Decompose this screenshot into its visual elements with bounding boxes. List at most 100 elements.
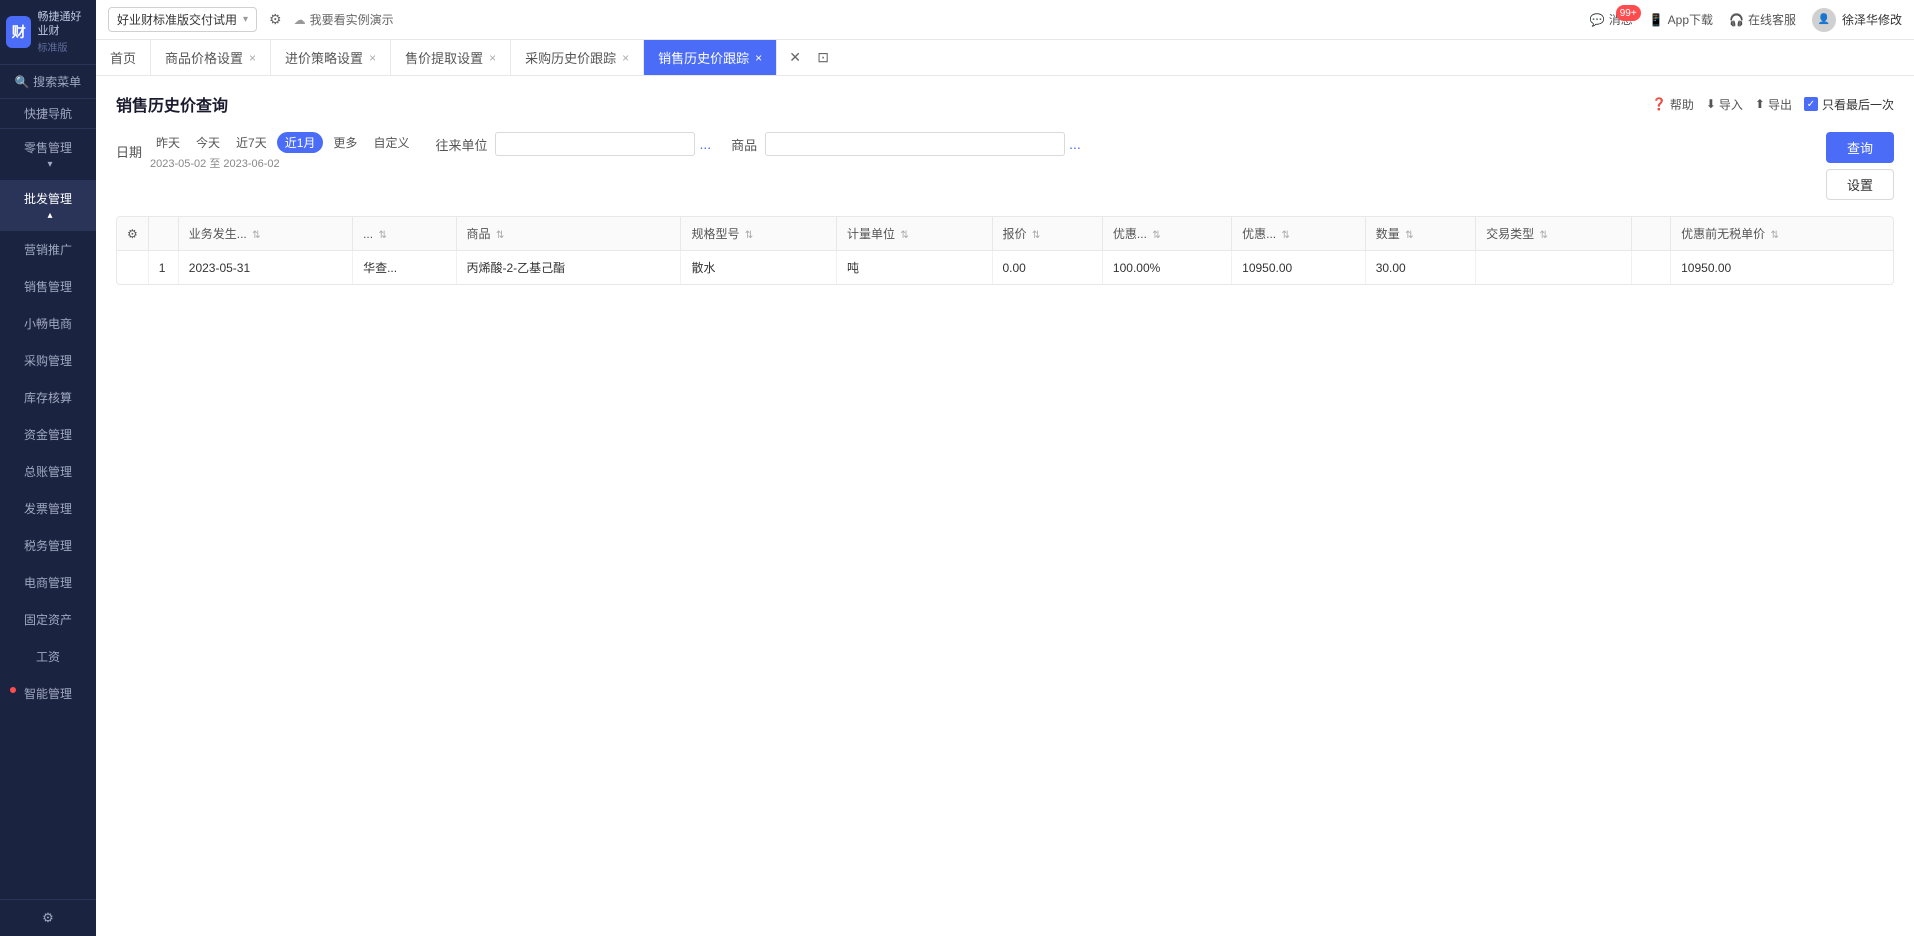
sidebar-item-payroll-label: 工资 [36,648,60,665]
app-download-button[interactable]: 📱 App下载 [1649,11,1713,28]
sort-icon: ⇅ [378,230,386,241]
source-input[interactable] [495,132,695,156]
product-label: 商品 [731,135,757,154]
col-spec[interactable]: 规格型号 ⇅ [681,217,837,251]
source-input-group: ... [495,132,711,156]
col-date[interactable]: 业务发生... ⇅ [178,217,352,251]
sidebar-item-retail[interactable]: 零售管理 ▾ [0,129,96,180]
user-name: 徐泽华修改 [1842,11,1902,28]
version-selector[interactable]: 好业财标准版交付试用 ▾ [108,7,257,32]
product-input[interactable] [765,132,1065,156]
help-link[interactable]: ❓ 帮助 [1652,96,1694,113]
tab-close-icon[interactable]: × [249,51,256,65]
cell-product: 丙烯酸-2-乙基己酯 [456,251,681,285]
sidebar-settings[interactable]: ⚙ [0,899,96,936]
sidebar-item-assets[interactable]: 固定资产 [0,601,96,638]
col-extra-label: ... [363,227,373,241]
demo-icon: ☁ [294,13,306,27]
tab-home[interactable]: 首页 [96,40,151,76]
tab-sales-history[interactable]: 销售历史价跟踪 × [644,40,777,76]
col-quantity[interactable]: 数量 ⇅ [1365,217,1475,251]
sidebar-item-smart[interactable]: 智能管理 [0,675,96,712]
sort-icon: ⇅ [1032,230,1040,241]
sidebar-item-marketing[interactable]: 营销推广 [0,231,96,268]
col-extra[interactable]: ... ⇅ [353,217,456,251]
tab-purchase-history[interactable]: 采购历史价跟踪 × [511,40,644,76]
sidebar-item-purchase[interactable]: 采购管理 [0,342,96,379]
date-today[interactable]: 今天 [190,132,226,153]
table-header-row: ⚙ 业务发生... ⇅ ... ⇅ 商品 ⇅ [117,217,1893,251]
tab-close-icon[interactable]: × [489,51,496,65]
col-date-label: 业务发生... [189,227,247,241]
sidebar-item-finance[interactable]: 资金管理 [0,416,96,453]
date-custom[interactable]: 自定义 [367,132,415,153]
close-window-button[interactable]: ✕ [785,48,805,68]
cell-spec: 散水 [681,251,837,285]
sidebar-item-invoice-label: 发票管理 [24,500,72,517]
sort-icon: ⇅ [1282,230,1290,241]
cell-discount1: 100.00% [1102,251,1231,285]
demo-link[interactable]: ☁ 我要看实例演示 [294,11,394,28]
col-discount2[interactable]: 优惠... ⇅ [1232,217,1366,251]
col-pretax-price-label: 优惠前无税单价 [1681,227,1765,241]
tab-close-icon[interactable]: × [369,51,376,65]
main-area: 好业财标准版交付试用 ▾ ⚙ ☁ 我要看实例演示 💬 消息 99+ 📱 App下… [96,0,1914,936]
date-range-display: 2023-05-02 至 2023-06-02 [150,155,415,171]
maximize-window-button[interactable]: ⊡ [813,48,833,68]
sidebar-item-payroll[interactable]: 工资 [0,638,96,675]
search-icon: 🔍 [15,75,30,89]
sidebar-search[interactable]: 🔍 搜索菜单 [0,65,96,99]
sort-icon: ⇅ [1152,230,1160,241]
tab-close-icon[interactable]: × [755,51,762,65]
online-service-button[interactable]: 🎧 在线客服 [1729,11,1796,28]
sidebar-item-ledger[interactable]: 总账管理 [0,453,96,490]
sort-icon: ⇅ [1539,230,1547,241]
cell-spacer [1631,251,1670,285]
col-gear[interactable]: ⚙ [117,217,148,251]
search-button[interactable]: 查询 [1826,132,1894,163]
import-label: 导入 [1719,96,1743,113]
sidebar-item-sales[interactable]: 销售管理 [0,268,96,305]
app-icon: 财 [6,16,31,48]
col-pretax-price[interactable]: 优惠前无税单价 ⇅ [1671,217,1893,251]
col-product[interactable]: 商品 ⇅ [456,217,681,251]
sidebar-item-tax[interactable]: 税务管理 [0,527,96,564]
sidebar-quick-nav[interactable]: 快捷导航 [0,99,96,129]
date-more[interactable]: 更多 [327,132,363,153]
tab-price[interactable]: 商品价格设置 × [151,40,271,76]
sidebar-item-ecom[interactable]: 电商管理 [0,564,96,601]
tab-strategy[interactable]: 进价策略设置 × [271,40,391,76]
export-link[interactable]: ⬆ 导出 [1755,96,1792,113]
date-options: 昨天 今天 近7天 近1月 更多 自定义 2023-05-02 至 2023-0… [150,132,415,171]
sidebar-item-ecom-small[interactable]: 小畅电商 [0,305,96,342]
tab-close-icon[interactable]: × [622,51,629,65]
import-icon: ⬇ [1706,97,1716,111]
col-price[interactable]: 报价 ⇅ [992,217,1102,251]
col-trans-type[interactable]: 交易类型 ⇅ [1476,217,1632,251]
settings-button[interactable]: 设置 [1826,169,1894,200]
settings-gear-icon: ⚙ [42,910,54,925]
headset-icon: 🎧 [1729,13,1744,27]
settings-button[interactable]: ⚙ [269,11,282,28]
user-menu[interactable]: 👤 徐泽华修改 [1812,8,1902,32]
tabs-bar: 首页 商品价格设置 × 进价策略设置 × 售价提取设置 × 采购历史价跟踪 × … [96,40,1914,76]
date-7days[interactable]: 近7天 [230,132,273,153]
date-1month[interactable]: 近1月 [277,132,324,153]
sidebar-item-invoice[interactable]: 发票管理 [0,490,96,527]
date-yesterday[interactable]: 昨天 [150,132,186,153]
sidebar-item-wholesale[interactable]: 批发管理 ▴ [0,180,96,231]
col-discount1[interactable]: 优惠... ⇅ [1102,217,1231,251]
col-unit[interactable]: 计量单位 ⇅ [836,217,992,251]
last-only-checkbox-label[interactable]: ✓ 只看最后一次 [1804,96,1894,113]
sidebar-item-assets-label: 固定资产 [24,611,72,628]
product-picker-button[interactable]: ... [1069,136,1081,152]
sidebar-item-purchase-label: 采购管理 [24,352,72,369]
sidebar-item-inventory[interactable]: 库存核算 [0,379,96,416]
message-button[interactable]: 💬 消息 99+ [1590,11,1633,28]
import-link[interactable]: ⬇ 导入 [1706,96,1743,113]
chevron-up-icon: ▴ [47,210,52,221]
tab-sale-price[interactable]: 售价提取设置 × [391,40,511,76]
source-picker-button[interactable]: ... [699,136,711,152]
col-spec-label: 规格型号 [691,227,739,241]
chevron-down-icon: ▾ [243,14,248,25]
